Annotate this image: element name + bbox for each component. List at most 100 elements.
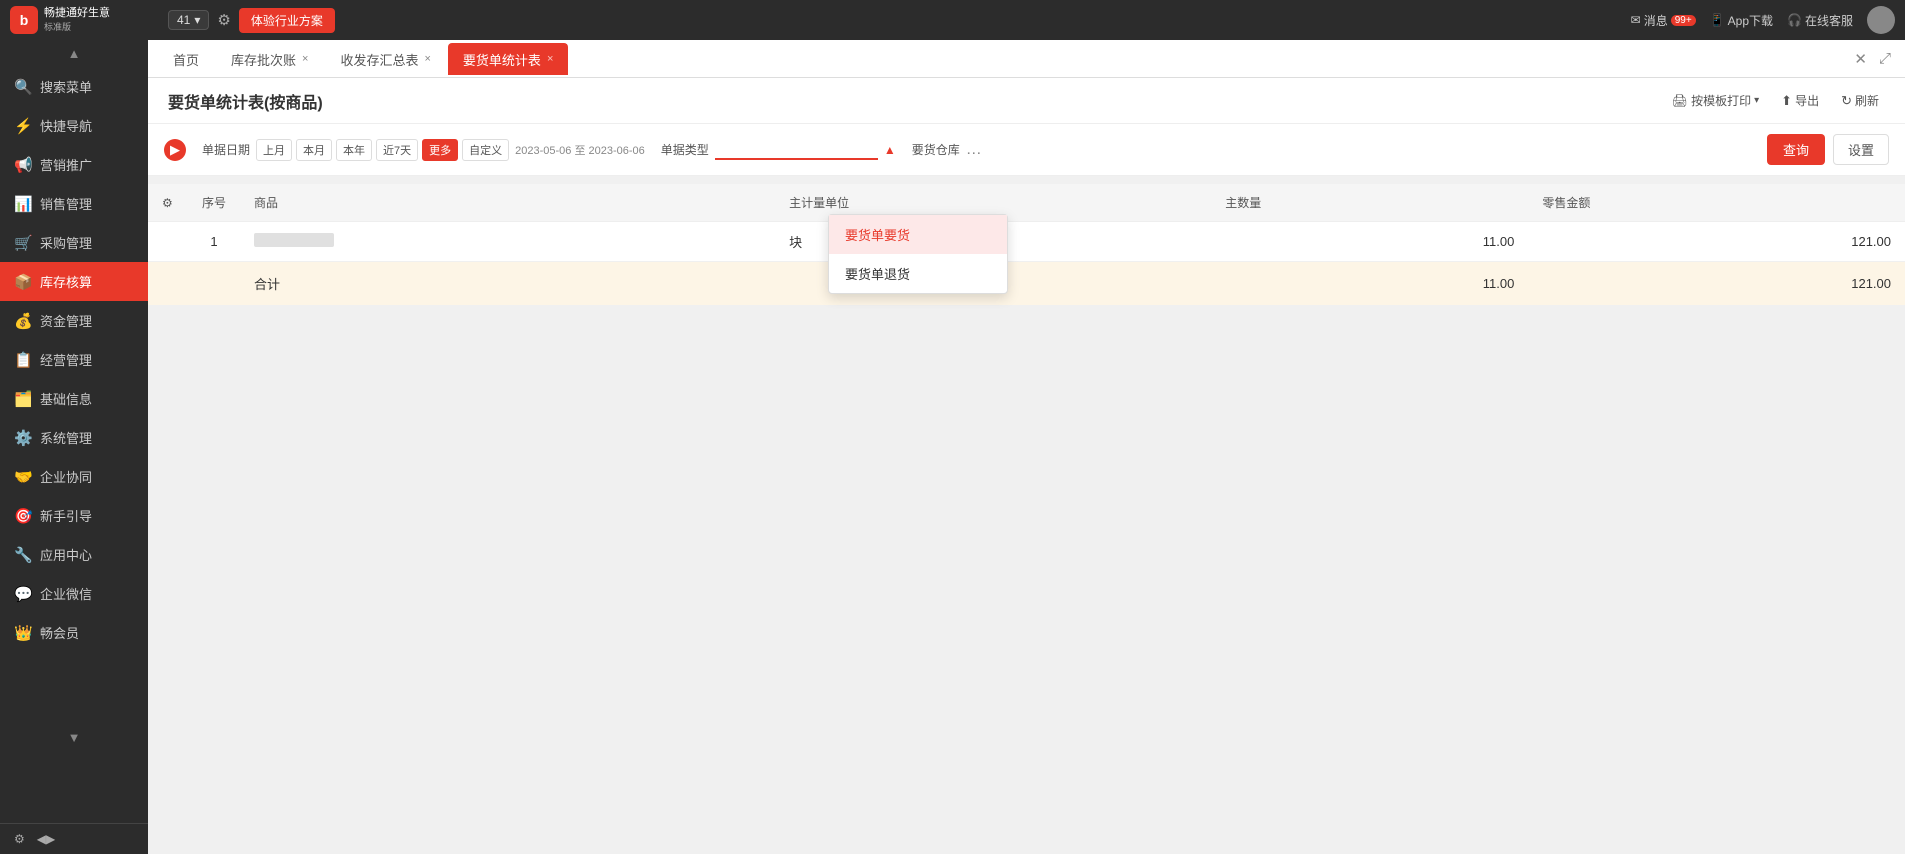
filter-toggle-btn[interactable]: ▶ (164, 139, 186, 161)
th-settings: ⚙ (148, 184, 188, 222)
type-dropdown-chevron-up-icon[interactable]: ▲ (884, 143, 896, 157)
sidebar-item-营销推广[interactable]: 📢 营销推广 (0, 145, 148, 184)
date-range-text: 2023-05-06 至 2023-06-06 (515, 142, 645, 158)
sidebar-item-label: 新手引导 (40, 506, 92, 525)
logo-area: b 畅捷通好生意 标准版 (10, 6, 158, 34)
sidebar-bottom: ⚙ ◀▶ (0, 823, 148, 854)
sidebar-scroll-down[interactable]: ▼ (0, 724, 148, 751)
tab-close-all-btn[interactable]: ✕ (1850, 48, 1871, 70)
sidebar-icon: 🗂️ (14, 390, 32, 408)
store-selector[interactable]: 41 ▾ (168, 10, 209, 30)
tab-expand-btn[interactable]: ⤢ (1875, 48, 1895, 69)
tab-bar: 首页库存批次账×收发存汇总表×要货单统计表× ✕ ⤢ (148, 40, 1905, 78)
sidebar-collapse-icon[interactable]: ◀▶ (37, 832, 55, 846)
online-service-item[interactable]: 🎧 在线客服 (1787, 12, 1853, 29)
tab-bar-right: ✕ ⤢ (1850, 48, 1895, 70)
sidebar-item-label: 企业微信 (40, 584, 92, 603)
gear-icon[interactable]: ⚙ (217, 11, 230, 29)
export-btn[interactable]: ⬆ 导出 (1775, 88, 1825, 113)
type-filter-input[interactable] (715, 140, 878, 160)
sidebar-item-资金管理[interactable]: 💰 资金管理 (0, 301, 148, 340)
dropdown-item-要货单要货[interactable]: 要货单要货 (829, 215, 1007, 254)
prev-month-btn[interactable]: 上月 (256, 139, 292, 161)
sidebar-item-快捷导航[interactable]: ⚡ 快捷导航 (0, 106, 148, 145)
top-center: 41 ▾ ⚙ 体验行业方案 (158, 8, 1631, 33)
filter-settings-btn[interactable]: 设置 (1833, 134, 1889, 165)
sidebar-item-应用中心[interactable]: 🔧 应用中心 (0, 535, 148, 574)
sidebar-item-label: 库存核算 (40, 272, 92, 291)
user-avatar[interactable] (1867, 6, 1895, 34)
sidebar-item-库存核算[interactable]: 📦 库存核算 (0, 262, 148, 301)
tab-label: 库存批次账 (231, 50, 296, 69)
sidebar-item-基础信息[interactable]: 🗂️ 基础信息 (0, 379, 148, 418)
messages-label: 消息 (1644, 12, 1668, 29)
sidebar-icon: 📋 (14, 351, 32, 369)
warehouse-filter-group: 要货仓库 … (912, 141, 982, 159)
page-actions: 🖨 按模板打印 ▾ ⬆ 导出 ↻ 刷新 (1666, 88, 1885, 113)
industry-btn[interactable]: 体验行业方案 (239, 8, 335, 33)
th-quantity: 主数量 (1211, 184, 1528, 222)
app-name: 畅捷通好生意 (44, 7, 110, 20)
sidebar-icon: ⚙️ (14, 429, 32, 447)
custom-date-btn[interactable]: 自定义 (462, 139, 509, 161)
settings-icon[interactable]: ⚙ (14, 832, 25, 846)
tab-要货单统计表[interactable]: 要货单统计表× (448, 43, 568, 75)
tab-首页[interactable]: 首页 (158, 43, 214, 75)
page-content: 要货单统计表(按商品) 🖨 按模板打印 ▾ ⬆ 导出 ↻ 刷新 (148, 78, 1905, 854)
phone-icon: 📱 (1710, 13, 1725, 27)
sidebar-item-搜索菜单[interactable]: 🔍 搜索菜单 (0, 67, 148, 106)
print-btn[interactable]: 🖨 按模板打印 ▾ (1666, 88, 1766, 113)
app-logo-icon: b (10, 6, 38, 34)
chevron-down-icon: ▾ (194, 13, 200, 27)
dropdown-item-要货单退货[interactable]: 要货单退货 (829, 254, 1007, 293)
export-label: 导出 (1795, 92, 1819, 109)
tab-close-icon[interactable]: × (547, 53, 553, 65)
more-dates-btn[interactable]: 更多 (422, 139, 458, 161)
current-month-btn[interactable]: 本月 (296, 139, 332, 161)
query-btn[interactable]: 查询 (1767, 134, 1825, 165)
sidebar-item-label: 经营管理 (40, 350, 92, 369)
tab-close-icon[interactable]: × (302, 53, 308, 65)
sidebar-item-企业协同[interactable]: 🤝 企业协同 (0, 457, 148, 496)
total-amount: 121.00 (1528, 262, 1905, 306)
refresh-btn[interactable]: ↻ 刷新 (1835, 88, 1885, 113)
sidebar-item-企业微信[interactable]: 💬 企业微信 (0, 574, 148, 613)
date-filter-label: 单据日期 (202, 141, 250, 158)
sidebar-item-label: 应用中心 (40, 545, 92, 564)
messages-item[interactable]: ✉ 消息 99+ (1631, 12, 1696, 29)
sidebar-scroll-up[interactable]: ▲ (0, 40, 148, 67)
print-label: 按模板打印 (1691, 92, 1751, 109)
row-settings (148, 222, 188, 262)
tab-库存批次账[interactable]: 库存批次账 × (216, 43, 323, 75)
sidebar-item-销售管理[interactable]: 📊 销售管理 (0, 184, 148, 223)
sidebar-item-label: 资金管理 (40, 311, 92, 330)
table-container: ⚙ 序号 商品 主计量单位 主数量 零售金额 1 块 11.00 121.00 (148, 184, 1905, 306)
sidebar-item-label: 系统管理 (40, 428, 92, 447)
headphone-icon: 🎧 (1787, 13, 1802, 27)
sidebar-item-采购管理[interactable]: 🛒 采购管理 (0, 223, 148, 262)
sidebar-item-新手引导[interactable]: 🎯 新手引导 (0, 496, 148, 535)
sidebar-item-畅会员[interactable]: 👑 畅会员 (0, 613, 148, 652)
sidebar-item-label: 快捷导航 (40, 116, 92, 135)
sidebar-item-系统管理[interactable]: ⚙️ 系统管理 (0, 418, 148, 457)
content-area: 首页库存批次账×收发存汇总表×要货单统计表× ✕ ⤢ 要货单统计表(按商品) 🖨… (148, 40, 1905, 854)
date-filter-group: 单据日期 上月 本月 本年 近7天 更多 自定义 2023-05-06 至 20… (202, 139, 645, 161)
row-quantity: 11.00 (1211, 222, 1528, 262)
th-num: 序号 (188, 184, 240, 222)
sidebar-item-经营管理[interactable]: 📋 经营管理 (0, 340, 148, 379)
sidebar-icon: 📢 (14, 156, 32, 174)
tab-收发存汇总表[interactable]: 收发存汇总表× (325, 43, 445, 75)
app-download-item[interactable]: 📱 App下载 (1710, 12, 1773, 29)
sidebar-icon: 💰 (14, 312, 32, 330)
filter-section: ▶ 单据日期 上月 本月 本年 近7天 更多 自定义 2023-05-06 至 … (148, 124, 1905, 176)
row-amount: 121.00 (1528, 222, 1905, 262)
last-7-days-btn[interactable]: 近7天 (376, 139, 418, 161)
sidebar-icon: 🛒 (14, 234, 32, 252)
sidebar-item-label: 畅会员 (40, 623, 79, 642)
tab-close-icon[interactable]: × (424, 53, 430, 65)
warehouse-more-icon[interactable]: … (966, 141, 982, 159)
sidebar: ▲ 🔍 搜索菜单 ⚡ 快捷导航 📢 营销推广 📊 销售管理 🛒 采购管理 📦 库… (0, 40, 148, 854)
sidebar-icon: 💬 (14, 585, 32, 603)
current-year-btn[interactable]: 本年 (336, 139, 372, 161)
messages-badge: 99+ (1671, 15, 1696, 26)
